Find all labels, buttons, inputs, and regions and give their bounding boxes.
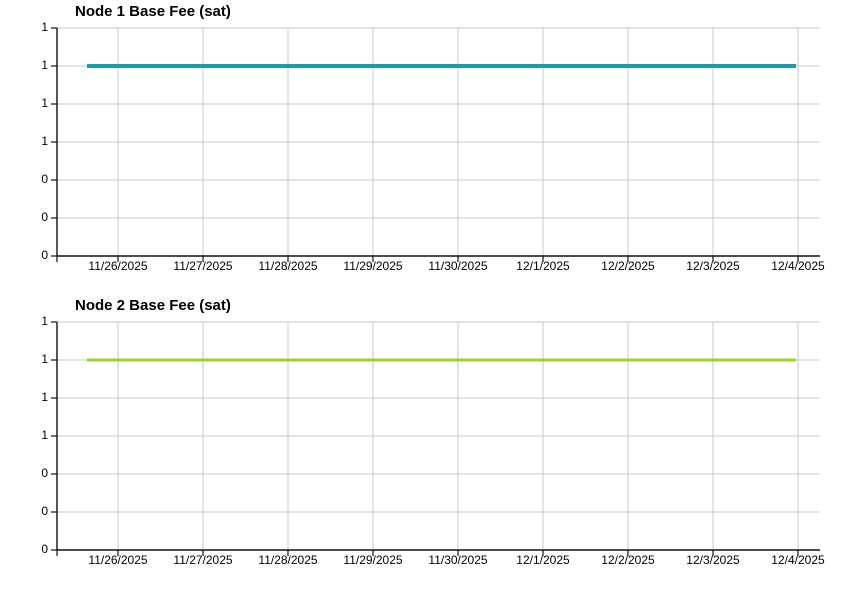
chart-node-2-base-fee: Node 2 Base Fee (sat) 0 0 0 1 1 1 1 11/26/2025 1… [0, 294, 860, 587]
x-axis-tick-label: 12/4/2025 [771, 259, 825, 273]
x-axis-tick-label: 12/3/2025 [686, 259, 740, 273]
y-axis-tick-label: 0 [41, 248, 48, 262]
y-axis-tick-label: 1 [41, 428, 48, 442]
x-axis-tick-label: 12/2/2025 [601, 553, 655, 567]
chart-node-1-base-fee: Node 1 Base Fee (sat) 0 0 0 1 1 1 1 11/26/2025 1… [0, 0, 860, 293]
x-axis-tick-label: 11/29/2025 [343, 553, 403, 567]
x-axis-tick-label: 11/26/2025 [88, 553, 148, 567]
x-axis-tick-label: 11/28/2025 [258, 259, 318, 273]
y-axis-tick-label: 1 [41, 20, 48, 34]
y-axis-tick-label: 1 [41, 96, 48, 110]
y-axis-tick-label: 0 [41, 210, 48, 224]
x-axis-tick-label: 11/26/2025 [88, 259, 148, 273]
y-axis-tick-label: 1 [41, 58, 48, 72]
x-axis-tick-label: 11/28/2025 [258, 553, 318, 567]
y-axis-tick-label: 1 [41, 352, 48, 366]
y-axis-tick-label: 1 [41, 134, 48, 148]
y-axis-tick-label: 0 [41, 542, 48, 556]
y-axis-tick-label: 1 [41, 314, 48, 328]
x-axis-tick-label: 12/2/2025 [601, 259, 655, 273]
x-axis-tick-label: 11/29/2025 [343, 259, 403, 273]
x-axis-tick-label: 11/27/2025 [173, 259, 233, 273]
y-axis-tick-label: 1 [41, 390, 48, 404]
x-axis-tick-label: 12/3/2025 [686, 553, 740, 567]
dashboard-canvas: { "page": { "background": "#ffffff", "te… [0, 0, 860, 600]
y-axis-tick-label: 0 [41, 172, 48, 186]
x-axis-tick-label: 12/1/2025 [516, 553, 570, 567]
chart-plot-area [51, 321, 820, 556]
x-axis-tick-label: 11/30/2025 [428, 553, 488, 567]
y-axis-tick-label: 0 [41, 466, 48, 480]
x-axis-tick-label: 11/30/2025 [428, 259, 488, 273]
x-axis-tick-label: 11/27/2025 [173, 553, 233, 567]
x-axis-tick-label: 12/1/2025 [516, 259, 570, 273]
x-axis-tick-label: 12/4/2025 [771, 553, 825, 567]
y-axis-tick-label: 0 [41, 504, 48, 518]
chart-plot-area [51, 27, 820, 262]
